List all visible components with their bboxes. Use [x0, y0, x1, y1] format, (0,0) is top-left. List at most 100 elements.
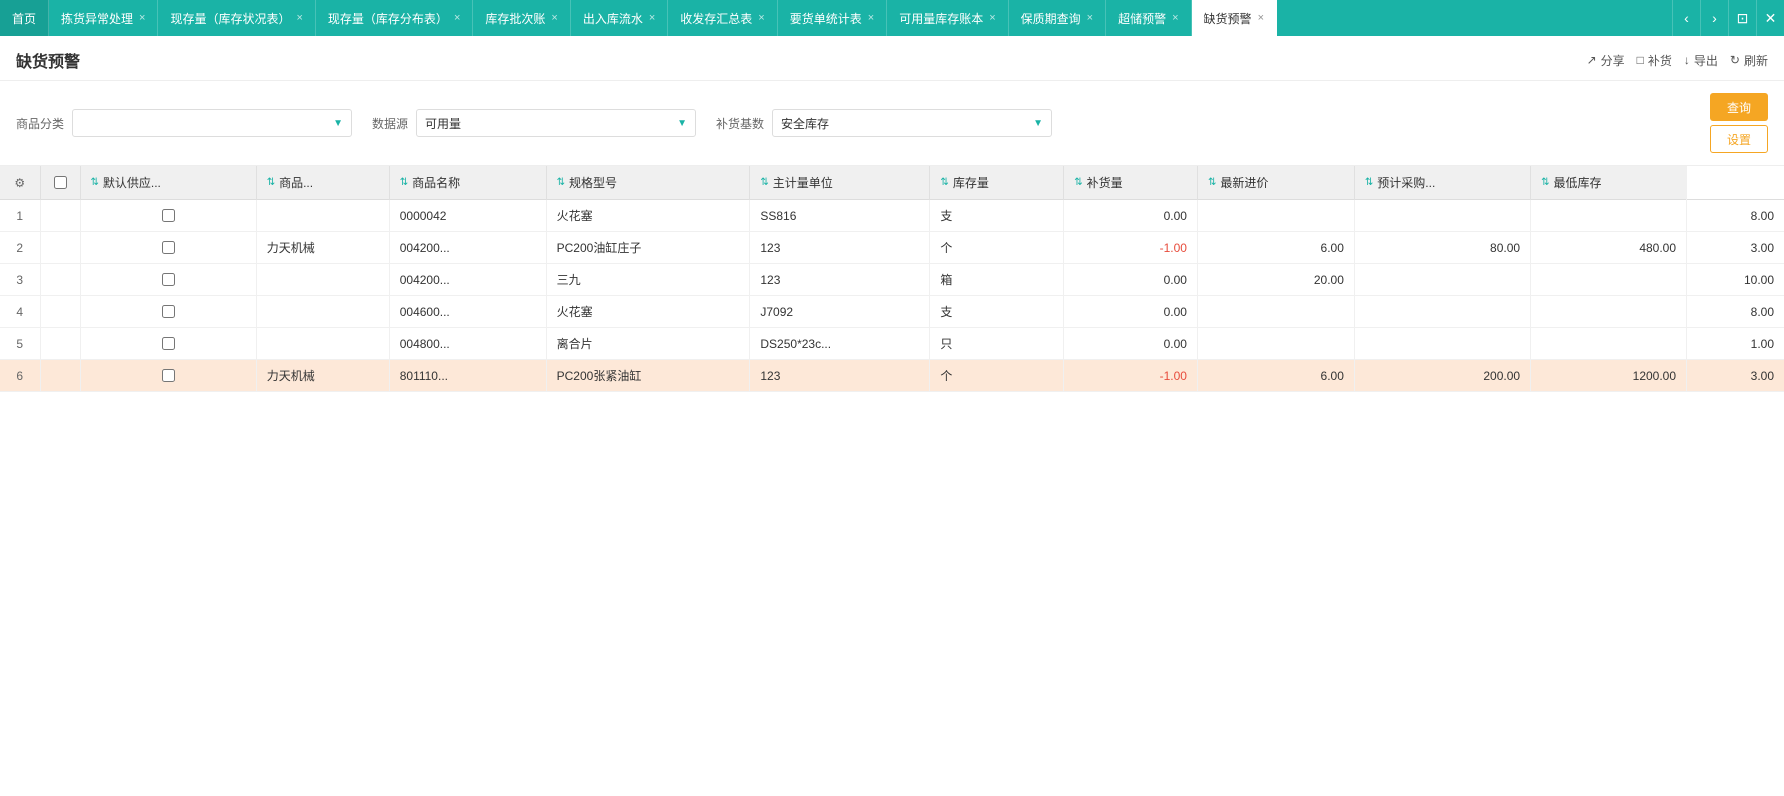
close-recv-tab[interactable]: × — [758, 12, 764, 24]
close-stock-status-tab[interactable]: × — [296, 12, 302, 24]
row-number: 6 — [0, 360, 40, 392]
row-min-stock: 8.00 — [1687, 200, 1784, 232]
est-purchase-column-header[interactable]: ⇅ 预计采购... — [1354, 166, 1530, 200]
share-button[interactable]: ↗ 分享 — [1587, 52, 1625, 69]
row-code: 004200... — [389, 232, 546, 264]
query-button[interactable]: 查询 — [1710, 93, 1768, 121]
row-checkbox-cell[interactable] — [80, 200, 256, 232]
table-row: 3 004200... 三九 123 箱 0.00 20.00 10.00 — [0, 264, 1784, 296]
row-checkbox-cell[interactable] — [80, 296, 256, 328]
tab-prev-btn[interactable]: ‹ — [1672, 0, 1700, 36]
row-number: 5 — [0, 328, 40, 360]
restock-icon: □ — [1637, 53, 1644, 67]
tab-stock-status[interactable]: 现存量（库存状况表） × — [158, 0, 315, 36]
tab-home[interactable]: 首页 — [0, 0, 49, 36]
close-expiry-tab[interactable]: × — [1087, 12, 1093, 24]
restock-qty-column-header[interactable]: ⇅ 补货量 — [1064, 166, 1198, 200]
row-checkbox[interactable] — [162, 241, 175, 254]
row-checkbox[interactable] — [162, 305, 175, 318]
tab-stock-dist[interactable]: 现存量（库存分布表） × — [316, 0, 473, 36]
row-latest-price — [1354, 328, 1530, 360]
tab-inout-flow[interactable]: 出入库流水 × — [571, 0, 668, 36]
row-checkbox-cell[interactable] — [80, 264, 256, 296]
restock-base-value: 安全库存 — [781, 115, 829, 132]
close-available-tab[interactable]: × — [989, 12, 995, 24]
name-column-header[interactable]: ⇅ 商品名称 — [389, 166, 546, 200]
tab-expiry-query[interactable]: 保质期查询 × — [1009, 0, 1106, 36]
row-stock: -1.00 — [1064, 360, 1198, 392]
tab-exception[interactable]: 拣货异常处理 × — [49, 0, 158, 36]
tab-close-btn[interactable]: ✕ — [1756, 0, 1784, 36]
close-order-tab[interactable]: × — [868, 12, 874, 24]
row-name: 三九 — [546, 264, 750, 296]
row-stock: 0.00 — [1064, 296, 1198, 328]
settings-button[interactable]: 设置 — [1710, 125, 1768, 153]
tab-order-stats[interactable]: 要货单统计表 × — [778, 0, 887, 36]
close-inout-tab[interactable]: × — [649, 12, 655, 24]
tab-recv-summary[interactable]: 收发存汇总表 × — [668, 0, 777, 36]
row-gear — [40, 232, 80, 264]
row-number: 2 — [0, 232, 40, 264]
select-all-checkbox[interactable] — [54, 176, 67, 189]
supplier-column-header[interactable]: ⇅ 默认供应... — [80, 166, 256, 200]
row-code: 004200... — [389, 264, 546, 296]
row-est-purchase: 480.00 — [1531, 232, 1687, 264]
close-stock-dist-tab[interactable]: × — [454, 12, 460, 24]
row-spec: 123 — [750, 264, 930, 296]
sort-icon: ⇅ — [1541, 177, 1549, 188]
datasource-select[interactable]: 可用量 ▼ — [416, 109, 696, 137]
restock-base-label: 补货基数 — [716, 115, 764, 132]
tab-shortage[interactable]: 缺货预警 × — [1192, 0, 1277, 36]
min-stock-column-header[interactable]: ⇅ 最低库存 — [1531, 166, 1687, 200]
row-checkbox[interactable] — [162, 273, 175, 286]
latest-price-column-header[interactable]: ⇅ 最新进价 — [1197, 166, 1354, 200]
sort-icon: ⇅ — [91, 177, 99, 188]
row-unit: 个 — [930, 360, 1064, 392]
table-row: 4 004600... 火花塞 J7092 支 0.00 8.00 — [0, 296, 1784, 328]
spec-column-header[interactable]: ⇅ 规格型号 — [546, 166, 750, 200]
close-shortage-tab[interactable]: × — [1258, 12, 1264, 24]
row-restock-qty: 20.00 — [1197, 264, 1354, 296]
row-checkbox[interactable] — [162, 209, 175, 222]
row-gear — [40, 264, 80, 296]
export-button[interactable]: ↓ 导出 — [1684, 52, 1718, 69]
row-min-stock: 1.00 — [1687, 328, 1784, 360]
restock-button[interactable]: □ 补货 — [1637, 52, 1672, 69]
tab-available-ledger[interactable]: 可用量库存账本 × — [887, 0, 1008, 36]
row-checkbox[interactable] — [162, 369, 175, 382]
row-checkbox-cell[interactable] — [80, 328, 256, 360]
row-checkbox[interactable] — [162, 337, 175, 350]
row-restock-qty — [1197, 328, 1354, 360]
row-checkbox-cell[interactable] — [80, 232, 256, 264]
gear-column-header[interactable]: ⚙ — [0, 166, 40, 200]
refresh-icon: ↻ — [1730, 53, 1740, 67]
unit-column-header[interactable]: ⇅ 主计量单位 — [750, 166, 930, 200]
stock-column-header[interactable]: ⇅ 库存量 — [930, 166, 1064, 200]
row-code: 004800... — [389, 328, 546, 360]
close-exception-tab[interactable]: × — [139, 12, 145, 24]
row-min-stock: 3.00 — [1687, 360, 1784, 392]
tab-next-btn[interactable]: › — [1700, 0, 1728, 36]
row-checkbox-cell[interactable] — [80, 360, 256, 392]
tab-restore-btn[interactable]: ⊡ — [1728, 0, 1756, 36]
row-est-purchase — [1531, 200, 1687, 232]
table-body: 1 0000042 火花塞 SS816 支 0.00 8.00 2 力天机械 0… — [0, 200, 1784, 392]
tab-batch-account[interactable]: 库存批次账 × — [473, 0, 570, 36]
restock-base-select[interactable]: 安全库存 ▼ — [772, 109, 1052, 137]
close-overstock-tab[interactable]: × — [1172, 12, 1178, 24]
row-restock-qty: 6.00 — [1197, 232, 1354, 264]
sort-icon: ⇅ — [1208, 177, 1216, 188]
row-supplier — [256, 200, 389, 232]
checkbox-column-header[interactable] — [40, 166, 80, 200]
row-number: 4 — [0, 296, 40, 328]
row-latest-price — [1354, 296, 1530, 328]
row-stock: 0.00 — [1064, 328, 1198, 360]
sort-icon: ⇅ — [1365, 177, 1373, 188]
code-column-header[interactable]: ⇅ 商品... — [256, 166, 389, 200]
category-select[interactable]: ▼ — [72, 109, 352, 137]
refresh-button[interactable]: ↻ 刷新 — [1730, 52, 1768, 69]
page-header: 缺货预警 ↗ 分享 □ 补货 ↓ 导出 ↻ 刷新 — [0, 36, 1784, 81]
close-batch-tab[interactable]: × — [551, 12, 557, 24]
tab-overstock[interactable]: 超储预警 × — [1106, 0, 1191, 36]
main-content: 缺货预警 ↗ 分享 □ 补货 ↓ 导出 ↻ 刷新 商品分类 — [0, 36, 1784, 796]
